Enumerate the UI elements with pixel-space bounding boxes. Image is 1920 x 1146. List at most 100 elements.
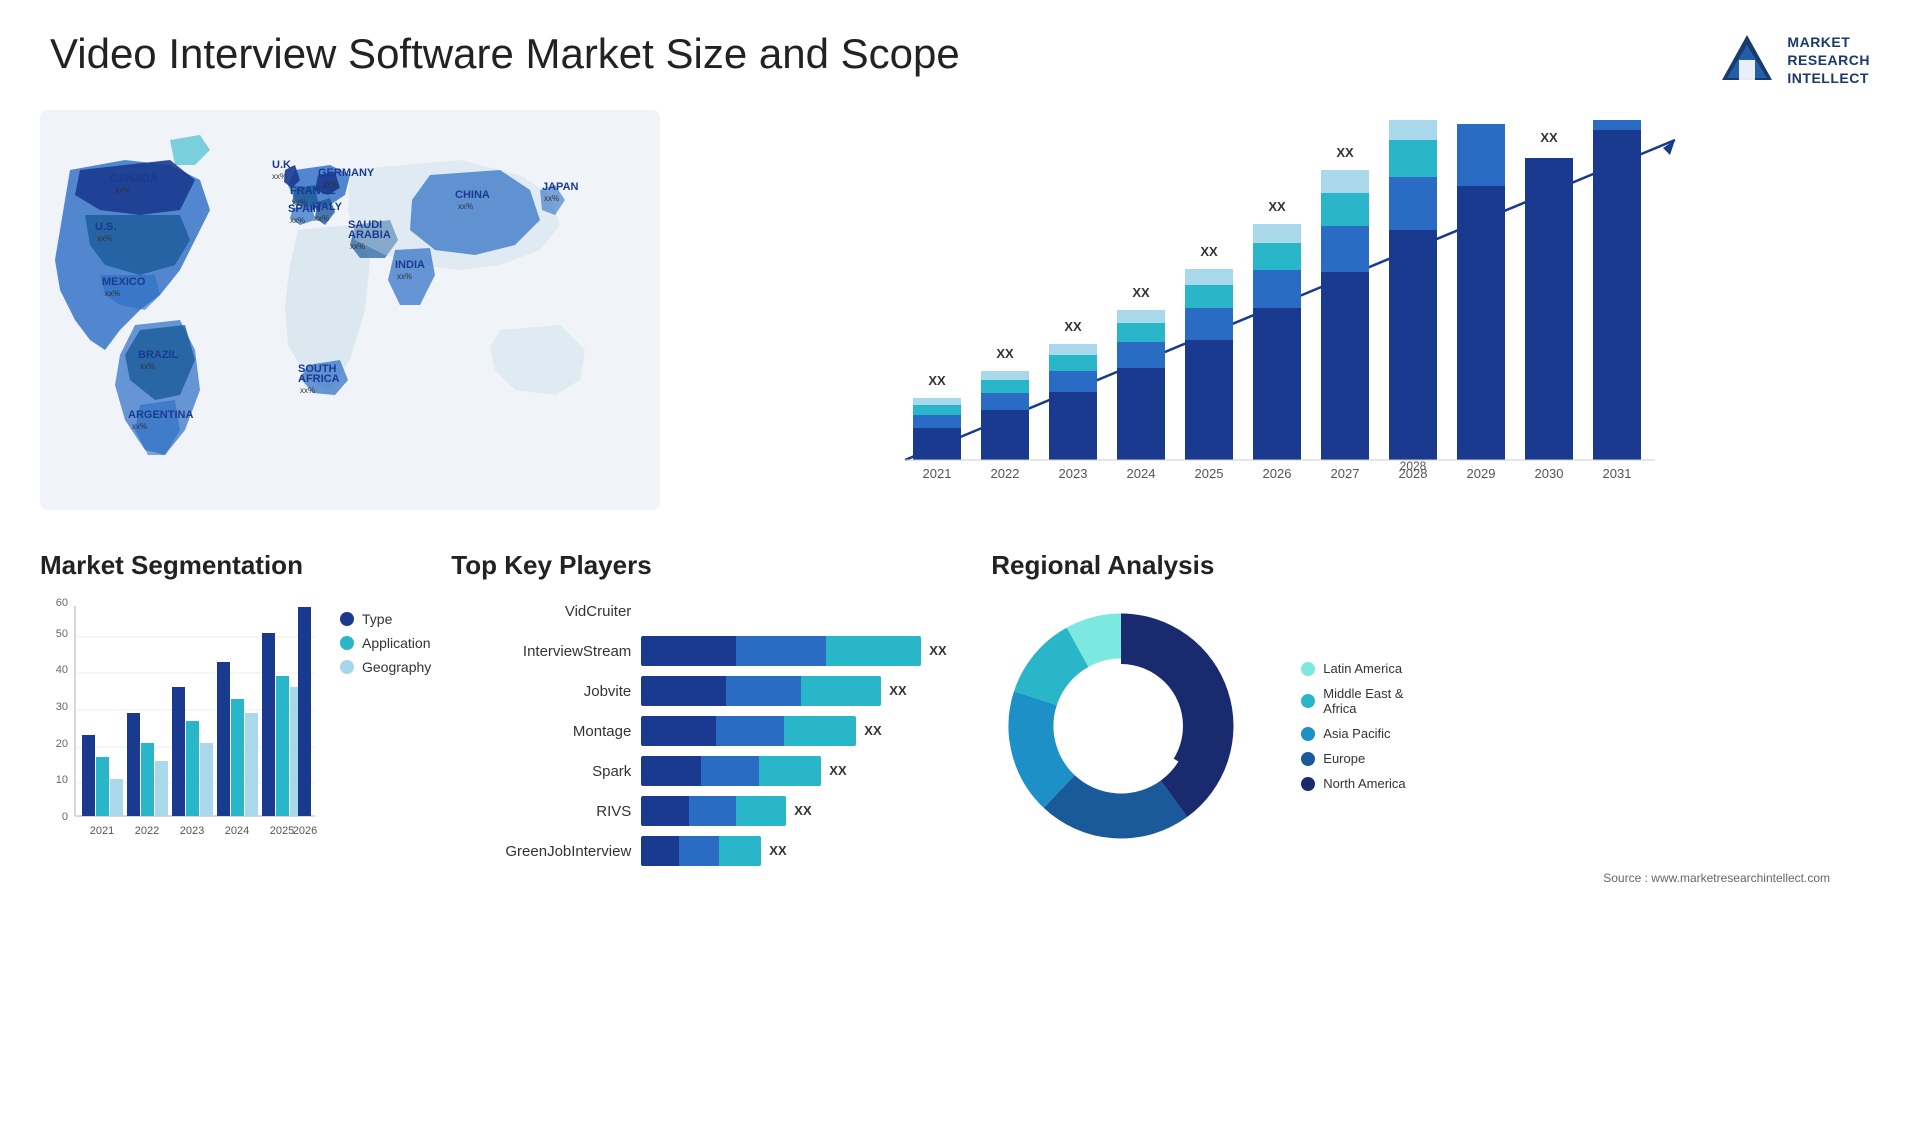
- svg-text:XX: XX: [1540, 130, 1558, 145]
- svg-text:xx%: xx%: [290, 216, 305, 225]
- player-bar-container: XX: [641, 756, 971, 786]
- svg-text:U.K.: U.K.: [272, 159, 294, 171]
- legend-geography: Geography: [340, 659, 431, 675]
- svg-text:2022: 2022: [135, 825, 159, 837]
- player-bar-container: XX: [641, 636, 971, 666]
- legend-label-na: North America: [1323, 776, 1405, 791]
- player-name: RIVS: [451, 803, 631, 820]
- player-bar-label: XX: [929, 636, 946, 666]
- key-players-title: Top Key Players: [451, 550, 971, 581]
- svg-text:2021: 2021: [90, 825, 114, 837]
- player-row: InterviewStream XX: [451, 636, 971, 666]
- svg-text:xx%: xx%: [140, 362, 155, 371]
- svg-text:XX: XX: [1064, 319, 1082, 334]
- player-bar-label: XX: [794, 796, 811, 826]
- map-section: CANADA xx% U.S. xx% MEXICO xx% BRAZIL xx…: [40, 110, 660, 530]
- segmentation-section: Market Segmentation 0 10 20 30 40 50 60: [40, 550, 431, 885]
- legend-label-apac: Asia Pacific: [1323, 726, 1390, 741]
- legend-dot-application: [340, 636, 354, 650]
- growth-chart-section: XX XX XX XX XX: [680, 110, 1880, 530]
- svg-text:60: 60: [56, 597, 68, 609]
- top-section: CANADA xx% U.S. xx% MEXICO xx% BRAZIL xx…: [0, 110, 1920, 530]
- svg-text:2023: 2023: [180, 825, 204, 837]
- svg-text:xx%: xx%: [314, 214, 329, 223]
- svg-text:xx%: xx%: [97, 234, 112, 243]
- source-text: Source : www.marketresearchintellect.com: [991, 866, 1880, 885]
- regional-section: Regional Analysis: [991, 550, 1880, 885]
- svg-text:xx%: xx%: [115, 186, 130, 195]
- player-bar-container: XX: [641, 836, 971, 866]
- svg-text:xx%: xx%: [544, 194, 559, 203]
- growth-chart: XX XX XX XX XX: [690, 120, 1870, 510]
- logo-text: MARKET RESEARCH INTELLECT: [1787, 33, 1870, 88]
- segmentation-chart: 0 10 20 30 40 50 60: [40, 596, 320, 866]
- svg-text:xx%: xx%: [323, 180, 338, 189]
- legend-dot-na: [1301, 777, 1315, 791]
- player-bar-label: XX: [864, 716, 881, 746]
- svg-text:MEXICO: MEXICO: [102, 276, 146, 288]
- player-name: Montage: [451, 723, 631, 740]
- player-name: Spark: [451, 763, 631, 780]
- world-map: CANADA xx% U.S. xx% MEXICO xx% BRAZIL xx…: [40, 110, 660, 510]
- legend-label-europe: Europe: [1323, 751, 1365, 766]
- legend-application: Application: [340, 635, 431, 651]
- svg-text:2024: 2024: [225, 825, 249, 837]
- svg-text:ARGENTINA: ARGENTINA: [128, 409, 193, 421]
- svg-text:2030: 2030: [1535, 466, 1564, 481]
- svg-text:2026: 2026: [293, 825, 317, 837]
- player-row: Jobvite XX: [451, 676, 971, 706]
- svg-text:xx%: xx%: [397, 272, 412, 281]
- svg-text:CHINA: CHINA: [455, 189, 490, 201]
- bottom-section: Market Segmentation 0 10 20 30 40 50 60: [0, 550, 1920, 885]
- legend-dot-latin: [1301, 662, 1315, 676]
- svg-text:2025: 2025: [1195, 466, 1224, 481]
- legend-dot-type: [340, 612, 354, 626]
- player-row: Montage XX: [451, 716, 971, 746]
- legend-dot-mea: [1301, 694, 1315, 708]
- svg-text:xx%: xx%: [272, 172, 287, 181]
- legend-label-application: Application: [362, 635, 431, 651]
- legend-dot-apac: [1301, 727, 1315, 741]
- player-bar-label: XX: [889, 676, 906, 706]
- regional-legend-item: Asia Pacific: [1301, 726, 1405, 741]
- svg-text:2023: 2023: [1059, 466, 1088, 481]
- svg-text:50: 50: [56, 628, 68, 640]
- player-row: RIVS XX: [451, 796, 971, 826]
- legend-label-mea: Middle East &Africa: [1323, 686, 1403, 716]
- player-row: VidCruiter: [451, 596, 971, 626]
- svg-text:AFRICA: AFRICA: [298, 373, 340, 385]
- logo: MARKET RESEARCH INTELLECT: [1717, 30, 1870, 90]
- svg-text:XX: XX: [1336, 145, 1354, 160]
- player-bar-container: XX: [641, 676, 971, 706]
- svg-text:20: 20: [56, 738, 68, 750]
- regional-legend-item: Middle East &Africa: [1301, 686, 1405, 716]
- player-list: VidCruiter InterviewStream XX: [451, 596, 971, 866]
- legend-label-latin: Latin America: [1323, 661, 1402, 676]
- svg-text:xx%: xx%: [300, 386, 315, 395]
- player-bar-container: [641, 596, 971, 626]
- header: Video Interview Software Market Size and…: [0, 0, 1920, 110]
- page-title: Video Interview Software Market Size and…: [50, 30, 960, 78]
- svg-text:2022: 2022: [991, 466, 1020, 481]
- svg-text:2028: 2028: [1399, 466, 1428, 481]
- legend-label-geography: Geography: [362, 659, 431, 675]
- regional-legend-item: Europe: [1301, 751, 1405, 766]
- svg-text:XX: XX: [996, 346, 1014, 361]
- svg-text:2026: 2026: [1263, 466, 1292, 481]
- svg-text:JAPAN: JAPAN: [542, 181, 579, 193]
- player-row: Spark XX: [451, 756, 971, 786]
- svg-text:30: 30: [56, 701, 68, 713]
- legend-type: Type: [340, 611, 431, 627]
- svg-text:0: 0: [62, 811, 68, 823]
- regional-legend: Latin America Middle East &Africa Asia P…: [1301, 661, 1405, 791]
- svg-text:BRAZIL: BRAZIL: [138, 349, 179, 361]
- svg-text:2027: 2027: [1331, 466, 1360, 481]
- svg-text:XX: XX: [1200, 244, 1218, 259]
- segmentation-chart-wrapper: 0 10 20 30 40 50 60: [40, 596, 431, 866]
- player-name: Jobvite: [451, 683, 631, 700]
- regional-title: Regional Analysis: [991, 550, 1880, 581]
- svg-text:xx%: xx%: [350, 242, 365, 251]
- donut-chart: [991, 596, 1271, 856]
- legend-dot-europe: [1301, 752, 1315, 766]
- svg-text:10: 10: [56, 774, 68, 786]
